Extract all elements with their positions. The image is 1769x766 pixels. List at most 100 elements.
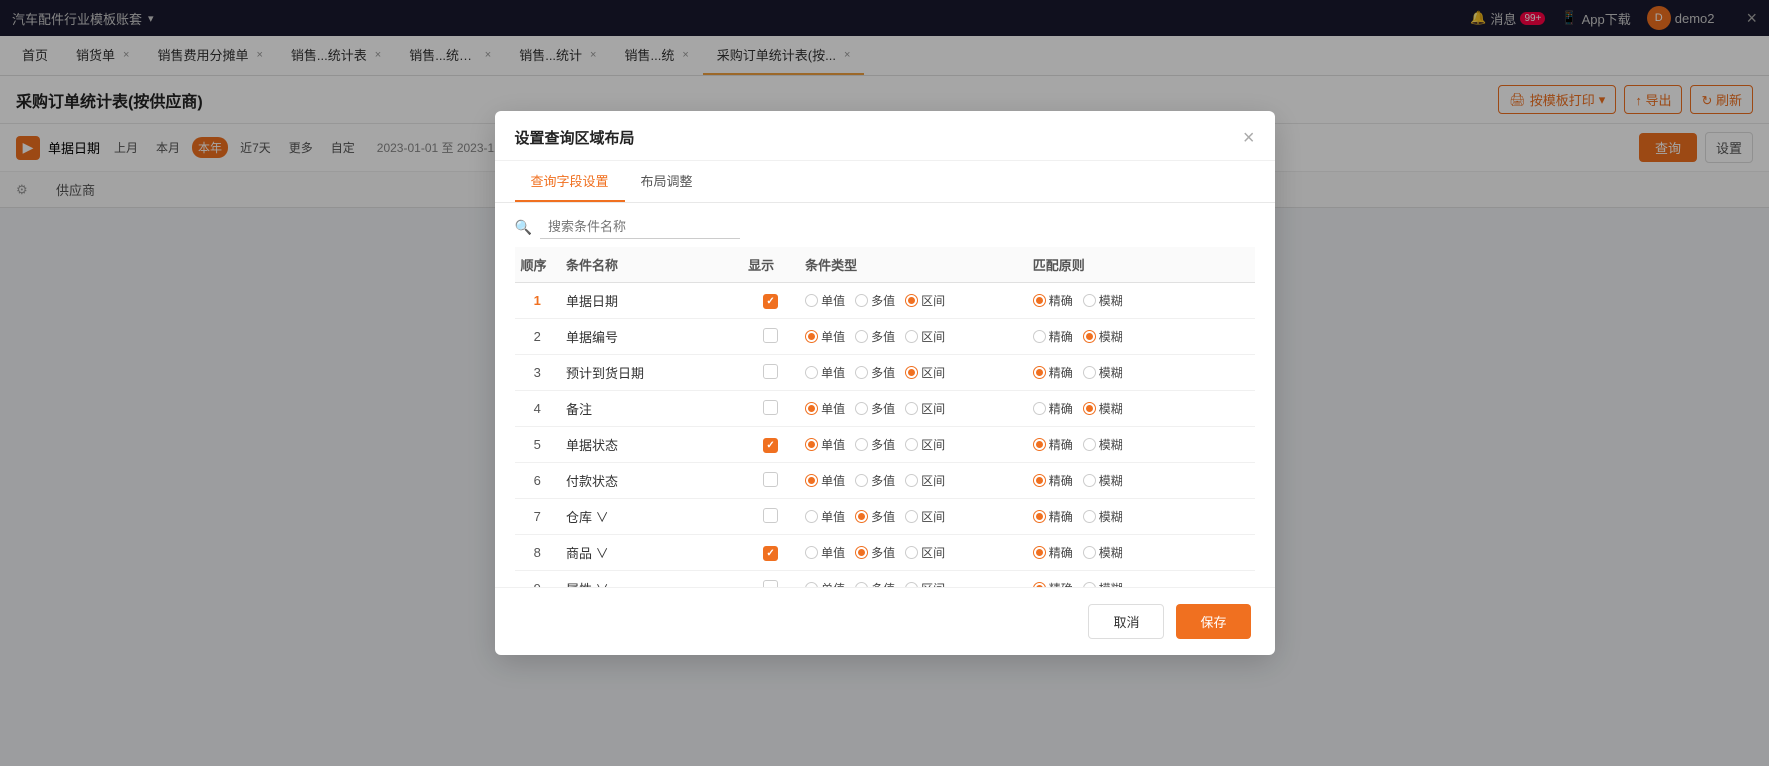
type-range-radio-item[interactable]: 区间 <box>905 508 945 525</box>
match-fuzzy-radio[interactable] <box>1083 546 1096 559</box>
row-show[interactable] <box>742 391 799 427</box>
type-single-radio[interactable] <box>805 546 818 559</box>
type-range-radio[interactable] <box>905 438 918 451</box>
match-exact-radio[interactable] <box>1033 546 1046 559</box>
type-single-radio-item[interactable]: 单值 <box>805 472 845 489</box>
type-multi-radio[interactable] <box>855 294 868 307</box>
show-checkbox[interactable] <box>763 546 778 561</box>
match-exact-radio-item[interactable]: 精确 <box>1033 472 1073 489</box>
row-show[interactable] <box>742 319 799 355</box>
match-exact-radio[interactable] <box>1033 294 1046 307</box>
match-fuzzy-radio-item[interactable]: 模糊 <box>1083 400 1123 417</box>
type-single-radio[interactable] <box>805 294 818 307</box>
type-single-radio[interactable] <box>805 366 818 379</box>
type-range-radio-item[interactable]: 区间 <box>905 400 945 417</box>
type-multi-radio-item[interactable]: 多值 <box>855 508 895 525</box>
type-multi-radio[interactable] <box>855 438 868 451</box>
type-range-radio[interactable] <box>905 474 918 487</box>
type-multi-radio[interactable] <box>855 330 868 343</box>
type-multi-radio-item[interactable]: 多值 <box>855 580 895 587</box>
type-range-radio-item[interactable]: 区间 <box>905 436 945 453</box>
match-exact-radio-item[interactable]: 精确 <box>1033 400 1073 417</box>
type-multi-radio-item[interactable]: 多值 <box>855 544 895 561</box>
type-single-radio-item[interactable]: 单值 <box>805 364 845 381</box>
show-checkbox[interactable] <box>763 294 778 309</box>
type-multi-radio-item[interactable]: 多值 <box>855 472 895 489</box>
type-single-radio-item[interactable]: 单值 <box>805 436 845 453</box>
match-exact-radio[interactable] <box>1033 438 1046 451</box>
type-range-radio-item[interactable]: 区间 <box>905 472 945 489</box>
type-range-radio[interactable] <box>905 546 918 559</box>
match-exact-radio[interactable] <box>1033 510 1046 523</box>
type-multi-radio-item[interactable]: 多值 <box>855 292 895 309</box>
match-exact-radio[interactable] <box>1033 474 1046 487</box>
row-show[interactable] <box>742 463 799 499</box>
type-single-radio[interactable] <box>805 510 818 523</box>
modal-tab-query-fields[interactable]: 查询字段设置 <box>515 161 625 202</box>
type-multi-radio[interactable] <box>855 546 868 559</box>
match-fuzzy-radio-item[interactable]: 模糊 <box>1083 292 1123 309</box>
type-multi-radio-item[interactable]: 多值 <box>855 328 895 345</box>
row-show[interactable] <box>742 571 799 588</box>
row-show[interactable] <box>742 283 799 319</box>
match-fuzzy-radio-item[interactable]: 模糊 <box>1083 544 1123 561</box>
type-single-radio-item[interactable]: 单值 <box>805 544 845 561</box>
match-fuzzy-radio[interactable] <box>1083 402 1096 415</box>
type-multi-radio[interactable] <box>855 402 868 415</box>
match-exact-radio[interactable] <box>1033 330 1046 343</box>
match-exact-radio-item[interactable]: 精确 <box>1033 508 1073 525</box>
show-checkbox[interactable] <box>763 400 778 415</box>
save-button[interactable]: 保存 <box>1176 604 1250 639</box>
type-range-radio-item[interactable]: 区间 <box>905 292 945 309</box>
type-range-radio[interactable] <box>905 510 918 523</box>
type-range-radio[interactable] <box>905 330 918 343</box>
match-fuzzy-radio[interactable] <box>1083 366 1096 379</box>
match-fuzzy-radio-item[interactable]: 模糊 <box>1083 508 1123 525</box>
type-single-radio-item[interactable]: 单值 <box>805 400 845 417</box>
match-exact-radio[interactable] <box>1033 402 1046 415</box>
row-show[interactable] <box>742 499 799 535</box>
type-single-radio[interactable] <box>805 402 818 415</box>
type-range-radio-item[interactable]: 区间 <box>905 328 945 345</box>
type-single-radio-item[interactable]: 单值 <box>805 328 845 345</box>
type-single-radio-item[interactable]: 单值 <box>805 580 845 587</box>
match-fuzzy-radio-item[interactable]: 模糊 <box>1083 472 1123 489</box>
type-range-radio-item[interactable]: 区间 <box>905 364 945 381</box>
type-single-radio[interactable] <box>805 474 818 487</box>
type-single-radio-item[interactable]: 单值 <box>805 292 845 309</box>
show-checkbox[interactable] <box>763 364 778 379</box>
type-single-radio[interactable] <box>805 438 818 451</box>
match-fuzzy-radio-item[interactable]: 模糊 <box>1083 436 1123 453</box>
match-fuzzy-radio[interactable] <box>1083 474 1096 487</box>
type-range-radio[interactable] <box>905 366 918 379</box>
match-exact-radio-item[interactable]: 精确 <box>1033 364 1073 381</box>
match-exact-radio-item[interactable]: 精确 <box>1033 544 1073 561</box>
type-multi-radio-item[interactable]: 多值 <box>855 364 895 381</box>
type-range-radio[interactable] <box>905 294 918 307</box>
type-range-radio-item[interactable]: 区间 <box>905 580 945 587</box>
match-fuzzy-radio[interactable] <box>1083 294 1096 307</box>
type-single-radio[interactable] <box>805 330 818 343</box>
match-fuzzy-radio-item[interactable]: 模糊 <box>1083 364 1123 381</box>
type-single-radio-item[interactable]: 单值 <box>805 508 845 525</box>
search-input[interactable] <box>540 215 740 239</box>
row-show[interactable] <box>742 355 799 391</box>
type-multi-radio-item[interactable]: 多值 <box>855 436 895 453</box>
match-fuzzy-radio-item[interactable]: 模糊 <box>1083 328 1123 345</box>
type-multi-radio-item[interactable]: 多值 <box>855 400 895 417</box>
row-show[interactable] <box>742 427 799 463</box>
match-exact-radio-item[interactable]: 精确 <box>1033 580 1073 587</box>
modal-close-button[interactable]: × <box>1243 128 1255 148</box>
match-fuzzy-radio[interactable] <box>1083 330 1096 343</box>
type-multi-radio[interactable] <box>855 510 868 523</box>
show-checkbox[interactable] <box>763 472 778 487</box>
modal-tab-layout[interactable]: 布局调整 <box>625 161 709 202</box>
show-checkbox[interactable] <box>763 508 778 523</box>
type-multi-radio[interactable] <box>855 366 868 379</box>
type-multi-radio[interactable] <box>855 474 868 487</box>
cancel-button[interactable]: 取消 <box>1088 604 1164 639</box>
match-exact-radio[interactable] <box>1033 366 1046 379</box>
match-exact-radio-item[interactable]: 精确 <box>1033 328 1073 345</box>
row-show[interactable] <box>742 535 799 571</box>
show-checkbox[interactable] <box>763 438 778 453</box>
